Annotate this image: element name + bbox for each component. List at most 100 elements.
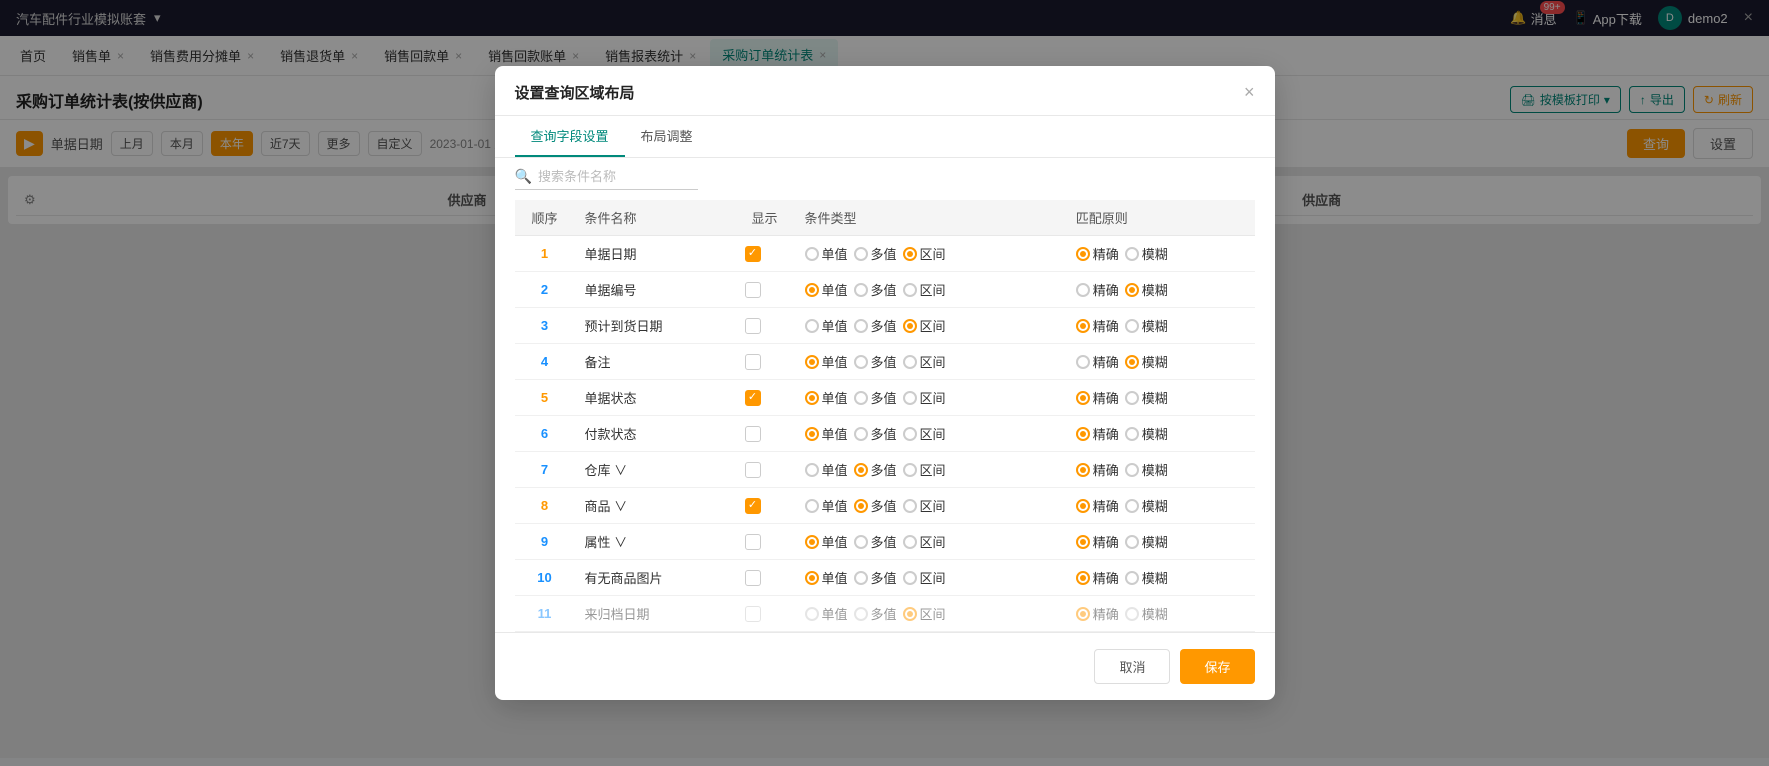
radio-fuzzy[interactable]: 模糊 (1125, 280, 1168, 299)
modal-tab-layout[interactable]: 布局调整 (625, 116, 709, 157)
row-match-cell: 精确 模糊 (1066, 236, 1255, 272)
radio-multi[interactable]: 多值 (854, 280, 897, 299)
radio-precise-circle (1076, 283, 1090, 297)
row-display-checkbox[interactable] (745, 390, 761, 406)
radio-multi-circle (854, 391, 868, 405)
row-match-cell: 精确 模糊 (1066, 524, 1255, 560)
row-display-checkbox[interactable] (745, 246, 761, 262)
radio-multi[interactable]: 多值 (854, 568, 897, 587)
radio-multi[interactable]: 多值 (854, 244, 897, 263)
radio-precise[interactable]: 精确 (1076, 532, 1119, 551)
radio-single[interactable]: 单值 (805, 568, 848, 587)
radio-fuzzy[interactable]: 模糊 (1125, 244, 1168, 263)
row-display-checkbox[interactable] (745, 282, 761, 298)
radio-range[interactable]: 区间 (903, 568, 946, 587)
row-display-checkbox[interactable] (745, 570, 761, 586)
radio-single[interactable]: 单值 (805, 604, 848, 623)
row-display-checkbox[interactable] (745, 318, 761, 334)
radio-multi[interactable]: 多值 (854, 532, 897, 551)
radio-single[interactable]: 单值 (805, 352, 848, 371)
radio-precise[interactable]: 精确 (1076, 244, 1119, 263)
radio-multi[interactable]: 多值 (854, 388, 897, 407)
row-display-checkbox[interactable] (745, 354, 761, 370)
radio-range[interactable]: 区间 (903, 316, 946, 335)
radio-fuzzy[interactable]: 模糊 (1125, 532, 1168, 551)
row-display-cell[interactable] (735, 308, 795, 344)
table-row: 4 备注 单值 多值 区间 (515, 344, 1255, 380)
radio-range[interactable]: 区间 (903, 280, 946, 299)
radio-multi[interactable]: 多值 (854, 352, 897, 371)
row-display-checkbox[interactable] (745, 606, 761, 622)
radio-multi[interactable]: 多值 (854, 496, 897, 515)
row-display-cell[interactable] (735, 272, 795, 308)
row-display-cell[interactable] (735, 452, 795, 488)
radio-range[interactable]: 区间 (903, 532, 946, 551)
modal-close-button[interactable]: × (1244, 82, 1255, 103)
radio-range[interactable]: 区间 (903, 460, 946, 479)
radio-fuzzy[interactable]: 模糊 (1125, 568, 1168, 587)
radio-range-label: 区间 (920, 244, 946, 263)
radio-single[interactable]: 单值 (805, 532, 848, 551)
radio-range[interactable]: 区间 (903, 244, 946, 263)
row-display-cell[interactable] (735, 344, 795, 380)
radio-precise[interactable]: 精确 (1076, 316, 1119, 335)
row-display-checkbox[interactable] (745, 498, 761, 514)
radio-single[interactable]: 单值 (805, 460, 848, 479)
radio-precise[interactable]: 精确 (1076, 280, 1119, 299)
radio-multi[interactable]: 多值 (854, 604, 897, 623)
save-button[interactable]: 保存 (1180, 649, 1254, 684)
modal-tab-query-fields[interactable]: 查询字段设置 (515, 116, 625, 157)
radio-single[interactable]: 单值 (805, 244, 848, 263)
radio-single-circle (805, 247, 819, 261)
row-display-checkbox[interactable] (745, 534, 761, 550)
cancel-button[interactable]: 取消 (1094, 649, 1170, 684)
modal-footer: 取消 保存 (495, 632, 1275, 700)
row-display-cell[interactable] (735, 236, 795, 272)
radio-precise[interactable]: 精确 (1076, 496, 1119, 515)
radio-fuzzy[interactable]: 模糊 (1125, 604, 1168, 623)
search-input[interactable] (538, 169, 698, 184)
modal-tab-query-fields-label: 查询字段设置 (531, 129, 609, 144)
radio-single-label: 单值 (822, 244, 848, 263)
radio-range[interactable]: 区间 (903, 424, 946, 443)
radio-range-circle (903, 535, 917, 549)
radio-range-circle (903, 247, 917, 261)
radio-single-circle (805, 463, 819, 477)
row-display-cell[interactable] (735, 560, 795, 596)
radio-range[interactable]: 区间 (903, 496, 946, 515)
radio-single[interactable]: 单值 (805, 424, 848, 443)
row-display-cell[interactable] (735, 380, 795, 416)
radio-fuzzy[interactable]: 模糊 (1125, 424, 1168, 443)
radio-precise[interactable]: 精确 (1076, 568, 1119, 587)
row-display-cell[interactable] (735, 596, 795, 632)
row-type-cell: 单值 多值 区间 (795, 380, 1066, 416)
radio-multi[interactable]: 多值 (854, 316, 897, 335)
radio-fuzzy[interactable]: 模糊 (1125, 460, 1168, 479)
row-display-cell[interactable] (735, 524, 795, 560)
radio-multi[interactable]: 多值 (854, 424, 897, 443)
radio-precise-label: 精确 (1093, 280, 1119, 299)
radio-precise[interactable]: 精确 (1076, 424, 1119, 443)
radio-precise[interactable]: 精确 (1076, 388, 1119, 407)
radio-fuzzy[interactable]: 模糊 (1125, 388, 1168, 407)
radio-single[interactable]: 单值 (805, 496, 848, 515)
radio-single[interactable]: 单值 (805, 280, 848, 299)
table-row: 6 付款状态 单值 多值 区间 (515, 416, 1255, 452)
row-display-cell[interactable] (735, 488, 795, 524)
row-type-cell: 单值 多值 区间 (795, 524, 1066, 560)
radio-precise[interactable]: 精确 (1076, 460, 1119, 479)
radio-range[interactable]: 区间 (903, 352, 946, 371)
radio-range[interactable]: 区间 (903, 604, 946, 623)
row-display-checkbox[interactable] (745, 426, 761, 442)
radio-fuzzy[interactable]: 模糊 (1125, 496, 1168, 515)
radio-single[interactable]: 单值 (805, 388, 848, 407)
row-display-cell[interactable] (735, 416, 795, 452)
radio-precise[interactable]: 精确 (1076, 352, 1119, 371)
radio-multi[interactable]: 多值 (854, 460, 897, 479)
radio-range[interactable]: 区间 (903, 388, 946, 407)
radio-fuzzy[interactable]: 模糊 (1125, 316, 1168, 335)
radio-precise[interactable]: 精确 (1076, 604, 1119, 623)
row-display-checkbox[interactable] (745, 462, 761, 478)
radio-single[interactable]: 单值 (805, 316, 848, 335)
radio-fuzzy[interactable]: 模糊 (1125, 352, 1168, 371)
